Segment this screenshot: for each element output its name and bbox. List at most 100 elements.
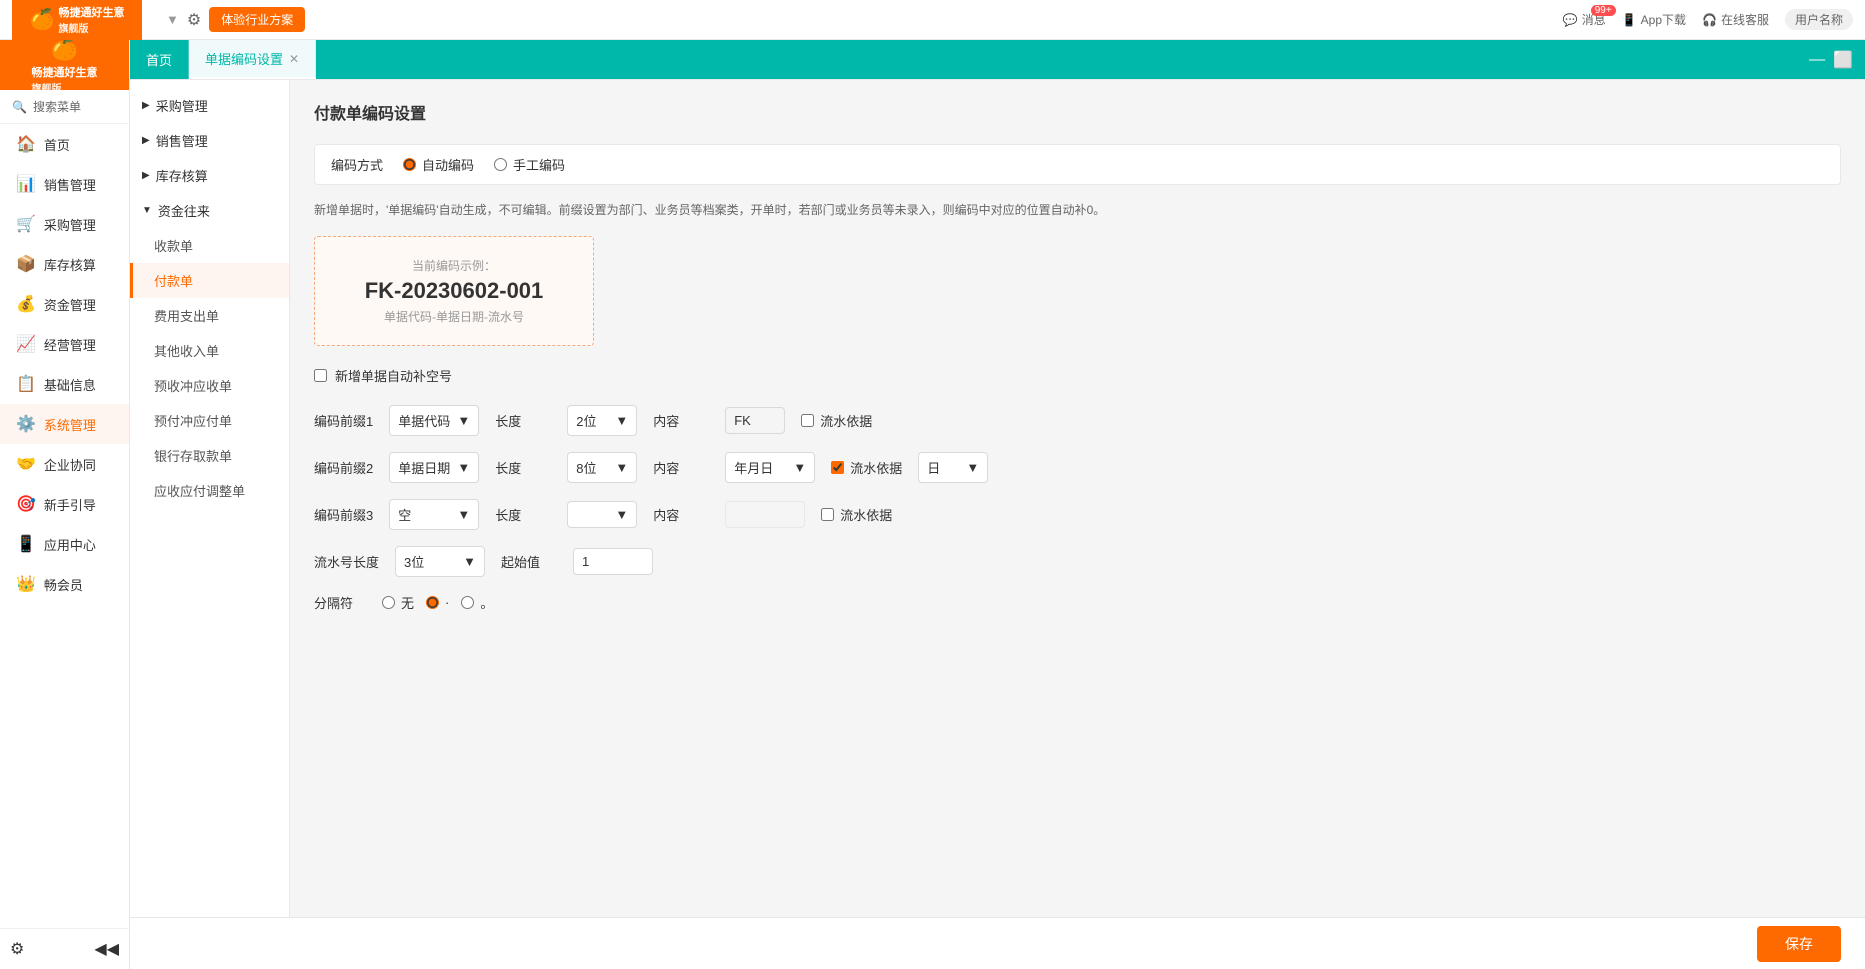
finance-icon: 💰 [16, 294, 36, 314]
top-header: 🍊 畅捷通好生意 旗舰版 ▼ ⚙ 体验行业方案 💬 消息 99+ 📱 App下载… [0, 0, 1865, 40]
settings-bottom-icon[interactable]: ⚙ [10, 939, 24, 959]
page-title: 付款单编码设置 [314, 100, 1841, 124]
prefix2-select[interactable]: 单据日期 ▼ [389, 452, 479, 483]
sep-dot-input[interactable] [426, 596, 439, 609]
sep-dash-input[interactable] [461, 596, 474, 609]
member-icon: 👑 [16, 574, 36, 594]
manual-code-radio[interactable]: 手工编码 [494, 155, 565, 174]
headset-icon: 🎧 [1702, 13, 1717, 27]
prefix2-length-select[interactable]: 8位 ▼ [567, 452, 637, 483]
prefix2-content-label: 内容 [653, 458, 709, 477]
sub-item-receipt[interactable]: 收款单 [130, 228, 289, 263]
sub-item-payment[interactable]: 付款单 [130, 263, 289, 298]
sidebar-item-apps[interactable]: 📱 应用中心 [0, 524, 129, 564]
prefix3-select[interactable]: 空 ▼ [389, 499, 479, 530]
sub-item-adjustment[interactable]: 应收应付调整单 [130, 473, 289, 508]
tab-code-setting[interactable]: 单据编码设置 ✕ [189, 40, 316, 79]
sub-item-pre-receivable[interactable]: 预收冲应收单 [130, 368, 289, 403]
enterprise-icon: 🤝 [16, 454, 36, 474]
dropdown-icon4: ▼ [615, 460, 628, 475]
prefix3-stream-check[interactable]: 流水依据 [821, 505, 892, 524]
trial-btn[interactable]: 体验行业方案 [209, 7, 305, 32]
prefix1-length-select[interactable]: 2位 ▼ [567, 405, 637, 436]
sidebar-item-enterprise[interactable]: 🤝 企业协同 [0, 444, 129, 484]
tab-home[interactable]: 首页 [130, 40, 189, 79]
dropdown-icon2: ▼ [615, 413, 628, 428]
sidebar-bottom: ⚙ ◀◀ [0, 928, 129, 969]
sub-item-expense[interactable]: 费用支出单 [130, 298, 289, 333]
dropdown-arrow-icon[interactable]: ▼ [166, 12, 179, 27]
message-btn[interactable]: 💬 消息 99+ [1563, 11, 1606, 28]
chevron-right-icon2: ▶ [142, 135, 150, 146]
sidebar-item-finance[interactable]: 💰 资金管理 [0, 284, 129, 324]
prefix3-row: 编码前缀3 空 ▼ 长度 ▼ 内容 流水依据 [314, 499, 1841, 530]
prefix3-stream-checkbox[interactable] [821, 508, 834, 521]
sidebar-item-base[interactable]: 📋 基础信息 [0, 364, 129, 404]
logo-line2: 旗舰版 [58, 20, 124, 35]
dropdown-icon: ▼ [457, 413, 470, 428]
sidebar-item-system[interactable]: ⚙️ 系统管理 [0, 404, 129, 444]
sub-group-sales-header[interactable]: ▶ 销售管理 [130, 123, 289, 158]
inventory-icon: 📦 [16, 254, 36, 274]
sub-group-capital: ▼ 资金往来 收款单 付款单 费用支出单 其他收入单 预收冲应收单 预付冲应付单… [130, 193, 289, 508]
user-avatar[interactable]: 用户名称 [1785, 9, 1853, 30]
sidebar-item-guide[interactable]: 🎯 新手引导 [0, 484, 129, 524]
sidebar-item-sales[interactable]: 📊 销售管理 [0, 164, 129, 204]
prefix2-label: 编码前缀2 [314, 458, 373, 477]
prefix3-length-select[interactable]: ▼ [567, 501, 637, 528]
prefix2-length-label: 长度 [495, 458, 551, 477]
dropdown-icon5: ▼ [793, 460, 806, 475]
sub-item-bank[interactable]: 银行存取款单 [130, 438, 289, 473]
sep-dot-radio[interactable]: · [426, 595, 449, 610]
sub-item-pre-payable[interactable]: 预付冲应付单 [130, 403, 289, 438]
prefix1-stream-checkbox[interactable] [801, 414, 814, 427]
online-service-btn[interactable]: 🎧 在线客服 [1702, 11, 1769, 28]
sidebar-item-member[interactable]: 👑 畅会员 [0, 564, 129, 604]
save-button[interactable]: 保存 [1757, 926, 1841, 962]
start-value-input[interactable] [573, 548, 653, 575]
purchase-icon: 🛒 [16, 214, 36, 234]
auto-code-input[interactable] [403, 158, 416, 171]
prefix1-stream-check[interactable]: 流水依据 [801, 411, 872, 430]
settings-icon[interactable]: ⚙ [187, 10, 201, 30]
auto-fill-label: 新增单据自动补空号 [335, 366, 452, 385]
sub-group-capital-header[interactable]: ▼ 资金往来 [130, 193, 289, 228]
prefix3-content-input[interactable] [725, 501, 805, 528]
sep-none-input[interactable] [382, 596, 395, 609]
prefix1-content-input[interactable] [725, 407, 785, 434]
prefix2-content-select[interactable]: 年月日 ▼ [725, 452, 815, 483]
tab-close-icon[interactable]: ✕ [289, 52, 299, 66]
sidebar-item-purchase[interactable]: 🛒 采购管理 [0, 204, 129, 244]
manual-code-input[interactable] [494, 158, 507, 171]
tab-minimize-icon[interactable]: — [1809, 51, 1825, 69]
prefix2-stream-checkbox[interactable] [831, 461, 844, 474]
sub-sidebar: ▶ 采购管理 ▶ 销售管理 ▶ 库存核算 [130, 80, 290, 917]
collapse-icon[interactable]: ◀◀ [94, 939, 119, 959]
auto-fill-checkbox[interactable] [314, 369, 327, 382]
sub-group-purchase-header[interactable]: ▶ 采购管理 [130, 88, 289, 123]
sidebar-item-home[interactable]: 🏠 首页 [0, 124, 129, 164]
sidebar-item-inventory[interactable]: 📦 库存核算 [0, 244, 129, 284]
serial-length-select[interactable]: 3位 ▼ [395, 546, 485, 577]
example-desc: 单据代码-单据日期-流水号 [339, 308, 569, 325]
sep-none-radio[interactable]: 无 [382, 593, 414, 612]
auto-code-radio[interactable]: 自动编码 [403, 155, 474, 174]
tab-maximize-icon[interactable]: ⬜ [1833, 50, 1853, 70]
system-icon: ⚙️ [16, 414, 36, 434]
sidebar-search[interactable]: 🔍 搜索菜单 [0, 90, 129, 124]
prefix1-select[interactable]: 单据代码 ▼ [389, 405, 479, 436]
auto-fill-row: 新增单据自动补空号 [314, 366, 1841, 385]
prefix2-stream-check[interactable]: 流水依据 [831, 458, 902, 477]
home-icon: 🏠 [16, 134, 36, 154]
sidebar-item-operation[interactable]: 📈 经营管理 [0, 324, 129, 364]
sub-item-other-income[interactable]: 其他收入单 [130, 333, 289, 368]
base-icon: 📋 [16, 374, 36, 394]
separator-label: 分隔符 [314, 593, 370, 612]
coding-mode-label: 编码方式 [331, 155, 383, 174]
tab-bar: 首页 单据编码设置 ✕ — ⬜ [130, 40, 1865, 80]
prefix2-stream-unit-select[interactable]: 日 ▼ [918, 452, 988, 483]
sub-layout: ▶ 采购管理 ▶ 销售管理 ▶ 库存核算 [130, 80, 1865, 917]
app-download-btn[interactable]: 📱 App下载 [1622, 11, 1686, 28]
sep-dash-radio[interactable]: 。 [461, 593, 493, 612]
sub-group-inventory-header[interactable]: ▶ 库存核算 [130, 158, 289, 193]
